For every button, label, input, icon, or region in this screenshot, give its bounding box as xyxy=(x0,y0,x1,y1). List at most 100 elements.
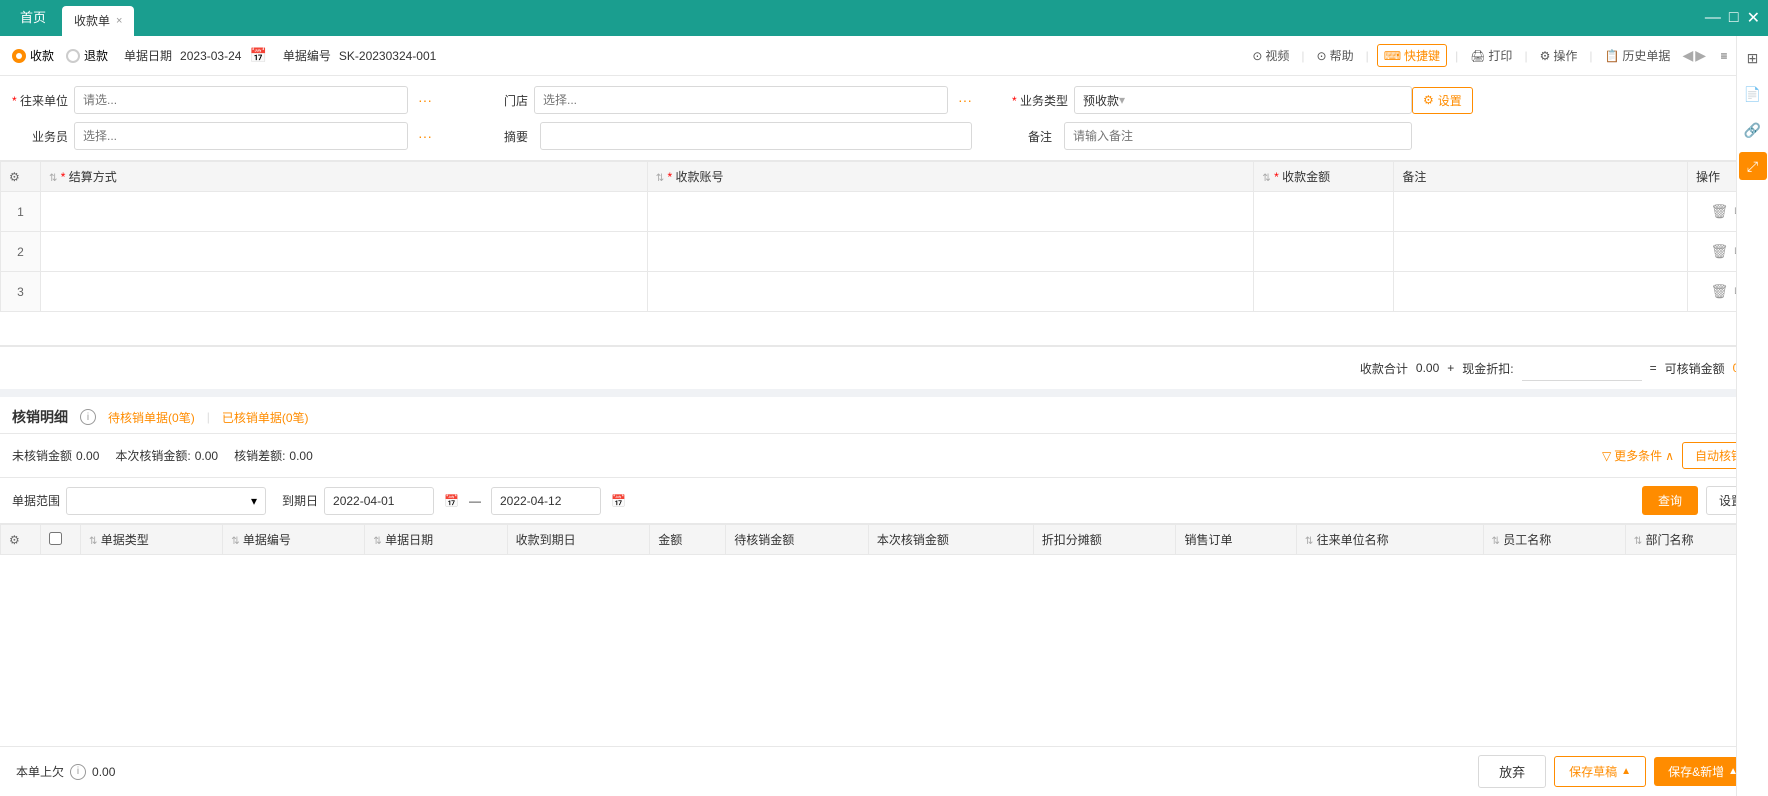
store-input[interactable] xyxy=(534,86,948,114)
date-to-input[interactable] xyxy=(491,487,601,515)
store-more-icon[interactable]: ··· xyxy=(958,92,972,108)
unchecked-value: 0.00 xyxy=(76,449,99,463)
sidebar-table-icon[interactable]: ⊞ xyxy=(1739,44,1767,72)
summary-input[interactable] xyxy=(540,122,972,150)
remark-input[interactable] xyxy=(1064,122,1412,150)
amount-cell-3[interactable] xyxy=(1254,272,1394,312)
history-icon: 📋 xyxy=(1604,49,1619,63)
info-icon[interactable]: i xyxy=(80,409,96,425)
date-separator: — xyxy=(469,494,481,508)
amount-cell-1[interactable] xyxy=(1254,192,1394,232)
maximize-button[interactable]: □ xyxy=(1729,9,1739,27)
counterpart-input[interactable] xyxy=(74,86,408,114)
tab-home[interactable]: 首页 xyxy=(8,0,58,36)
operation-icon: ⚙ xyxy=(1540,49,1551,63)
prev-arrow[interactable]: ◀ xyxy=(1682,47,1693,64)
filter-icon: ▽ xyxy=(1602,449,1611,463)
table2-settings-icon[interactable]: ⚙ xyxy=(9,533,20,547)
discard-button[interactable]: 放弃 xyxy=(1478,755,1546,788)
sort-staff-icon[interactable]: ⇅ xyxy=(1492,536,1500,547)
tab-bar-right: — □ ✕ xyxy=(1705,8,1760,28)
due-date-col-header: 收款到期日 xyxy=(507,525,650,555)
sort-counterpart-icon[interactable]: ⇅ xyxy=(1305,536,1313,547)
counterpart-col-header: ⇅ 往来单位名称 xyxy=(1296,525,1483,555)
sort-type-icon[interactable]: ⇅ xyxy=(89,536,97,547)
calendar-icon[interactable]: 📅 xyxy=(249,47,266,64)
summary-label: 摘要 xyxy=(472,128,528,145)
doc-date-group: 单据日期 2023-03-24 📅 xyxy=(124,47,267,64)
draft-arrow-icon: ▲ xyxy=(1621,766,1631,777)
divider2: | xyxy=(1366,49,1369,63)
staff-more-icon[interactable]: ··· xyxy=(418,128,432,144)
account-cell-3[interactable] xyxy=(647,272,1254,312)
print-btn[interactable]: 🖨 打印 xyxy=(1466,45,1516,66)
remark-cell-1[interactable] xyxy=(1394,192,1688,232)
sort-icon-account[interactable]: ⇅ xyxy=(656,173,664,184)
counterpart-more-icon[interactable]: ··· xyxy=(418,92,432,108)
close-button[interactable]: ✕ xyxy=(1747,8,1760,28)
history-btn[interactable]: 📋 历史单据 xyxy=(1600,45,1674,66)
settings-button[interactable]: ⚙ 设置 xyxy=(1412,87,1473,114)
calendar-from-icon[interactable]: 📅 xyxy=(444,494,459,508)
help-btn[interactable]: ⊙ 帮助 xyxy=(1313,45,1358,66)
current-writeoff-col-header: 本次核销金额 xyxy=(868,525,1033,555)
refund-option[interactable]: 退款 xyxy=(66,47,108,64)
store-field: 门店 ··· xyxy=(472,86,972,114)
range-label: 单据范围 xyxy=(12,492,60,509)
done-tab[interactable]: 已核销单据(0笔) xyxy=(222,409,309,426)
save-draft-button[interactable]: 保存草稿 ▲ xyxy=(1554,756,1646,787)
equals-sign: = xyxy=(1650,361,1657,375)
toolbar-right: ⊙ 视频 | ⊙ 帮助 | ⌨ 快捷键 | 🖨 打印 | ⚙ 操作 xyxy=(1248,44,1756,67)
receipt-option[interactable]: 收款 xyxy=(12,47,54,64)
top-toolbar: 收款 退款 单据日期 2023-03-24 📅 单据编号 SK-20230324… xyxy=(0,36,1768,76)
doc-num-group: 单据编号 SK-20230324-001 xyxy=(283,47,436,64)
writeoff-actions: ▽ 更多条件 ∧ 自动核销 xyxy=(1602,442,1756,469)
sort-date-icon[interactable]: ⇅ xyxy=(373,536,381,547)
staff-input[interactable] xyxy=(74,122,408,150)
remark-cell-2[interactable] xyxy=(1394,232,1688,272)
range-select[interactable]: ▾ xyxy=(66,487,266,515)
video-icon: ⊙ xyxy=(1252,49,1262,63)
calendar-to-icon[interactable]: 📅 xyxy=(611,494,626,508)
discount-input[interactable] xyxy=(1522,355,1642,381)
account-cell-2[interactable] xyxy=(647,232,1254,272)
date-from-input[interactable] xyxy=(324,487,434,515)
delete-icon-2[interactable]: 🗑 xyxy=(1711,243,1729,260)
tab-close-icon[interactable]: × xyxy=(116,6,122,36)
delete-icon-3[interactable]: 🗑 xyxy=(1711,283,1729,300)
account-cell-1[interactable] xyxy=(647,192,1254,232)
sort-dept-icon[interactable]: ⇅ xyxy=(1634,536,1642,547)
pending-tab[interactable]: 待核销单据(0笔) xyxy=(108,409,195,426)
delete-icon-1[interactable]: 🗑 xyxy=(1711,203,1729,220)
sidebar-link-icon[interactable]: 🔗 xyxy=(1739,116,1767,144)
info-icon-footer[interactable]: i xyxy=(70,764,86,780)
amount-cell-2[interactable] xyxy=(1254,232,1394,272)
list-view-icon[interactable]: ≡ xyxy=(1714,46,1734,66)
business-type-select[interactable]: 预收款 ▾ xyxy=(1074,86,1412,114)
tab-active[interactable]: 收款单 × xyxy=(62,6,134,36)
sort-number-icon[interactable]: ⇅ xyxy=(231,536,239,547)
operation-btn[interactable]: ⚙ 操作 xyxy=(1536,45,1582,66)
next-arrow[interactable]: ▶ xyxy=(1695,47,1706,64)
plus-sign: + xyxy=(1447,361,1454,375)
settlement-cell-3[interactable] xyxy=(41,272,648,312)
shortcut-btn[interactable]: ⌨ 快捷键 xyxy=(1377,44,1447,67)
remark-cell-3[interactable] xyxy=(1394,272,1688,312)
table-settings-icon[interactable]: ⚙ xyxy=(9,170,20,184)
settlement-cell-1[interactable] xyxy=(41,192,648,232)
divider4: | xyxy=(1524,49,1527,63)
refund-radio-dot xyxy=(66,49,80,63)
settlement-cell-2[interactable] xyxy=(41,232,648,272)
minimize-button[interactable]: — xyxy=(1705,9,1721,27)
sidebar-doc-icon[interactable]: 📄 xyxy=(1739,80,1767,108)
sort-icon-settlement[interactable]: ⇅ xyxy=(49,173,57,184)
query-button[interactable]: 查询 xyxy=(1642,486,1698,515)
gear-icon: ⚙ xyxy=(1423,93,1434,107)
data-table: ⚙ ⇅ 结算方式 ⇅ 收款账号 ⇅ 收款金额 备注 xyxy=(0,161,1768,312)
select-all-checkbox[interactable] xyxy=(49,532,62,545)
sidebar-expand-icon[interactable]: ⤢ xyxy=(1739,152,1767,180)
more-conditions-btn[interactable]: ▽ 更多条件 ∧ xyxy=(1602,447,1674,464)
sort-icon-amount[interactable]: ⇅ xyxy=(1262,173,1270,184)
form-area: 往来单位 ··· 门店 ··· 业务类型 预收款 ▾ ⚙ 设置 xyxy=(0,76,1768,161)
video-btn[interactable]: ⊙ 视频 xyxy=(1248,45,1293,66)
